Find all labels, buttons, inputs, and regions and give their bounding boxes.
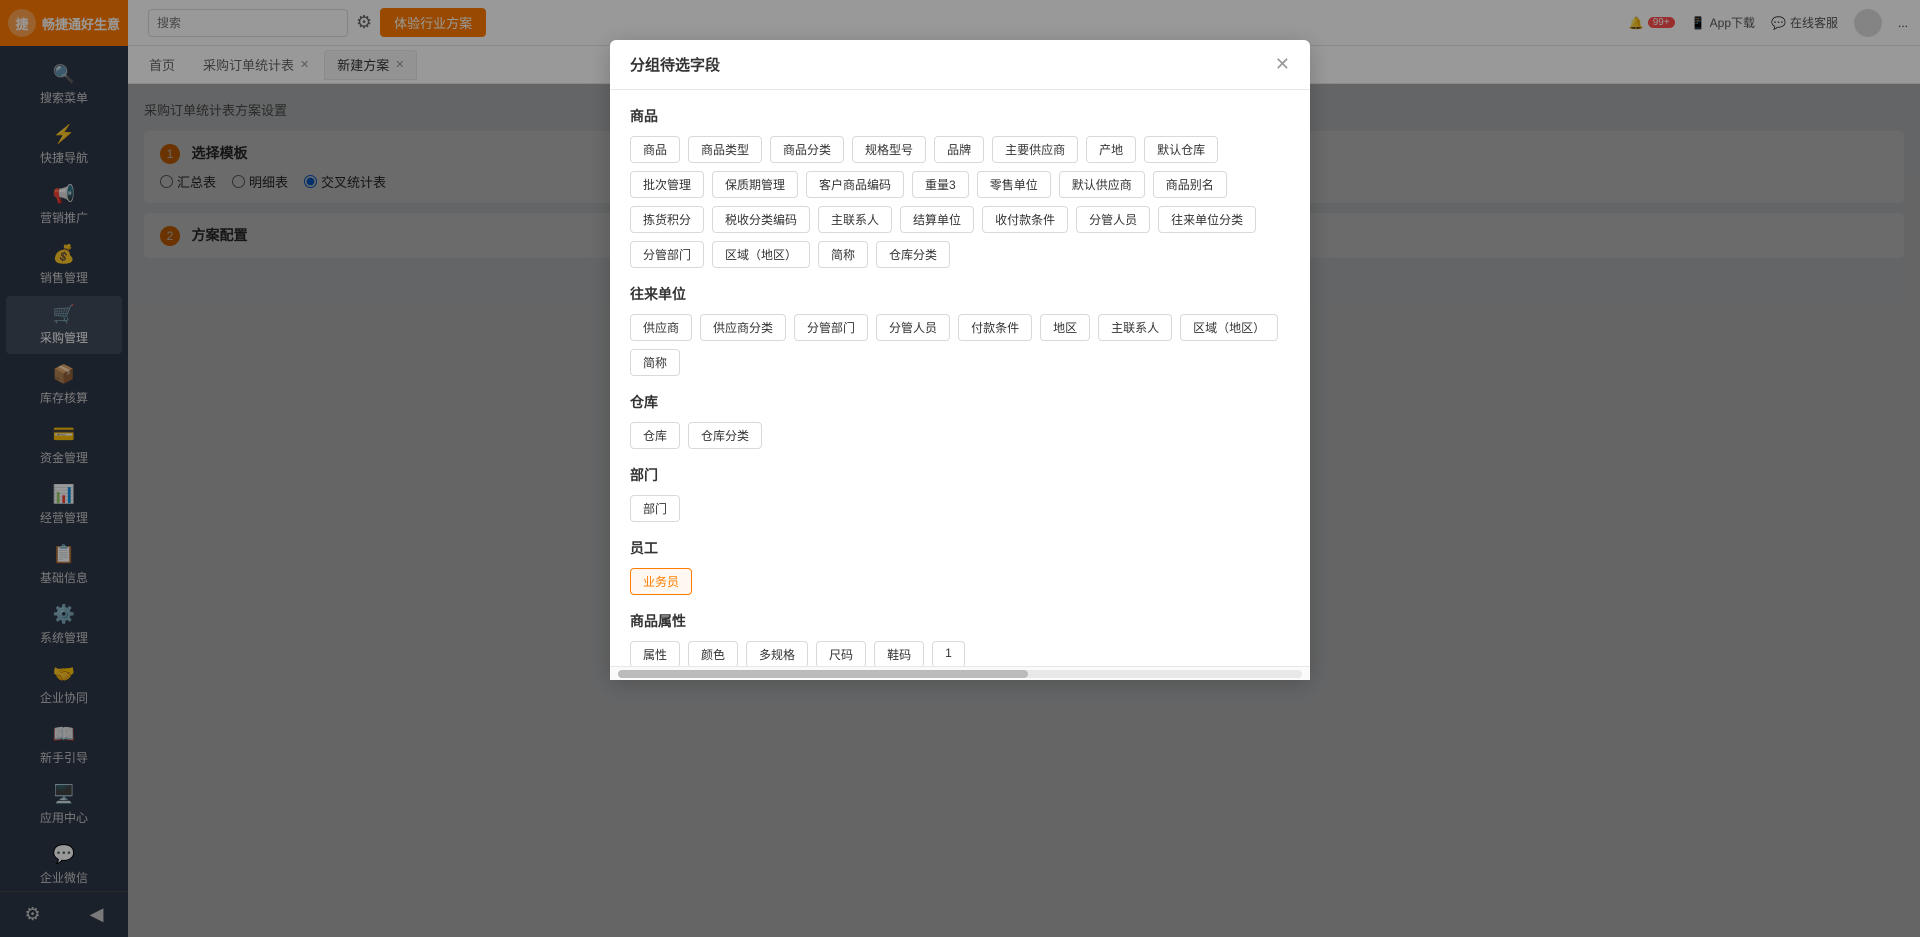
field-tags-2: 仓库仓库分类: [630, 422, 1290, 449]
field-tag-0-0[interactable]: 商品: [630, 136, 680, 163]
field-tag-5-0[interactable]: 属性: [630, 641, 680, 666]
field-tags-1: 供应商供应商分类分管部门分管人员付款条件地区主联系人区域（地区） 简称: [630, 314, 1290, 376]
field-tag-0-10[interactable]: 客户商品编码: [806, 171, 904, 198]
field-tag-1-5[interactable]: 地区: [1040, 314, 1090, 341]
field-tag-0-21[interactable]: 往来单位分类: [1158, 206, 1256, 233]
field-tag-0-18[interactable]: 结算单位: [900, 206, 974, 233]
field-tag-0-17[interactable]: 主联系人: [818, 206, 892, 233]
field-tag-4-0[interactable]: 业务员: [630, 568, 692, 595]
dialog-overlay: 分组待选字段 ✕ 商品商品商品类型商品分类规格型号品牌主要供应商产地默认仓库批次…: [0, 0, 1920, 937]
dialog-body: 商品商品商品类型商品分类规格型号品牌主要供应商产地默认仓库批次管理保质期管理客户…: [610, 90, 1310, 666]
section-title-2: 仓库: [630, 392, 1290, 412]
section-title-4: 员工: [630, 538, 1290, 558]
dialog-header: 分组待选字段 ✕: [610, 40, 1310, 90]
field-tag-0-11[interactable]: 重量3: [912, 171, 969, 198]
field-tag-1-8[interactable]: 简称: [630, 349, 680, 376]
field-tag-0-22[interactable]: 分管部门: [630, 241, 704, 268]
field-tag-0-12[interactable]: 零售单位: [977, 171, 1051, 198]
field-tag-1-4[interactable]: 付款条件: [958, 314, 1032, 341]
section-title-0: 商品: [630, 106, 1290, 126]
field-tag-0-14[interactable]: 商品别名: [1153, 171, 1227, 198]
field-tag-0-15[interactable]: 拣货积分: [630, 206, 704, 233]
field-tags-0: 商品商品类型商品分类规格型号品牌主要供应商产地默认仓库批次管理保质期管理客户商品…: [630, 136, 1290, 268]
field-tags-5: 属性颜色多规格尺码鞋码 1: [630, 641, 1290, 666]
field-tag-0-9[interactable]: 保质期管理: [712, 171, 798, 198]
field-tag-0-24[interactable]: 简称: [818, 241, 868, 268]
field-tag-0-1[interactable]: 商品类型: [688, 136, 762, 163]
field-tags-3: 部门: [630, 495, 1290, 522]
field-tag-2-1[interactable]: 仓库分类: [688, 422, 762, 449]
field-tag-0-2[interactable]: 商品分类: [770, 136, 844, 163]
field-tags-4: 业务员: [630, 568, 1290, 595]
field-tag-0-20[interactable]: 分管人员: [1076, 206, 1150, 233]
dialog-close-icon[interactable]: ✕: [1275, 54, 1290, 75]
field-tag-0-19[interactable]: 收付款条件: [982, 206, 1068, 233]
section-title-3: 部门: [630, 465, 1290, 485]
field-tag-5-1[interactable]: 颜色: [688, 641, 738, 666]
field-tag-0-25[interactable]: 仓库分类: [876, 241, 950, 268]
field-tag-5-3[interactable]: 尺码: [816, 641, 866, 666]
field-tag-0-4[interactable]: 品牌: [934, 136, 984, 163]
field-tag-0-8[interactable]: 批次管理: [630, 171, 704, 198]
section-title-5: 商品属性: [630, 611, 1290, 631]
section-title-1: 往来单位: [630, 284, 1290, 304]
field-tag-1-2[interactable]: 分管部门: [794, 314, 868, 341]
field-tag-0-5[interactable]: 主要供应商: [992, 136, 1078, 163]
field-tag-0-13[interactable]: 默认供应商: [1059, 171, 1145, 198]
field-tag-1-7[interactable]: 区域（地区）: [1180, 314, 1278, 341]
field-tag-0-3[interactable]: 规格型号: [852, 136, 926, 163]
field-tag-0-7[interactable]: 默认仓库: [1144, 136, 1218, 163]
field-tag-0-16[interactable]: 税收分类编码: [712, 206, 810, 233]
field-tag-0-6[interactable]: 产地: [1086, 136, 1136, 163]
field-tag-5-5[interactable]: 1: [932, 641, 965, 666]
dialog-hscroll[interactable]: [610, 666, 1310, 680]
field-tag-5-2[interactable]: 多规格: [746, 641, 808, 666]
field-tag-5-4[interactable]: 鞋码: [874, 641, 924, 666]
field-tag-1-3[interactable]: 分管人员: [876, 314, 950, 341]
field-tag-1-1[interactable]: 供应商分类: [700, 314, 786, 341]
field-tag-1-6[interactable]: 主联系人: [1098, 314, 1172, 341]
field-tag-1-0[interactable]: 供应商: [630, 314, 692, 341]
field-tag-0-23[interactable]: 区域（地区）: [712, 241, 810, 268]
field-tag-2-0[interactable]: 仓库: [630, 422, 680, 449]
field-tag-3-0[interactable]: 部门: [630, 495, 680, 522]
dialog: 分组待选字段 ✕ 商品商品商品类型商品分类规格型号品牌主要供应商产地默认仓库批次…: [610, 40, 1310, 680]
dialog-title: 分组待选字段: [630, 54, 720, 75]
